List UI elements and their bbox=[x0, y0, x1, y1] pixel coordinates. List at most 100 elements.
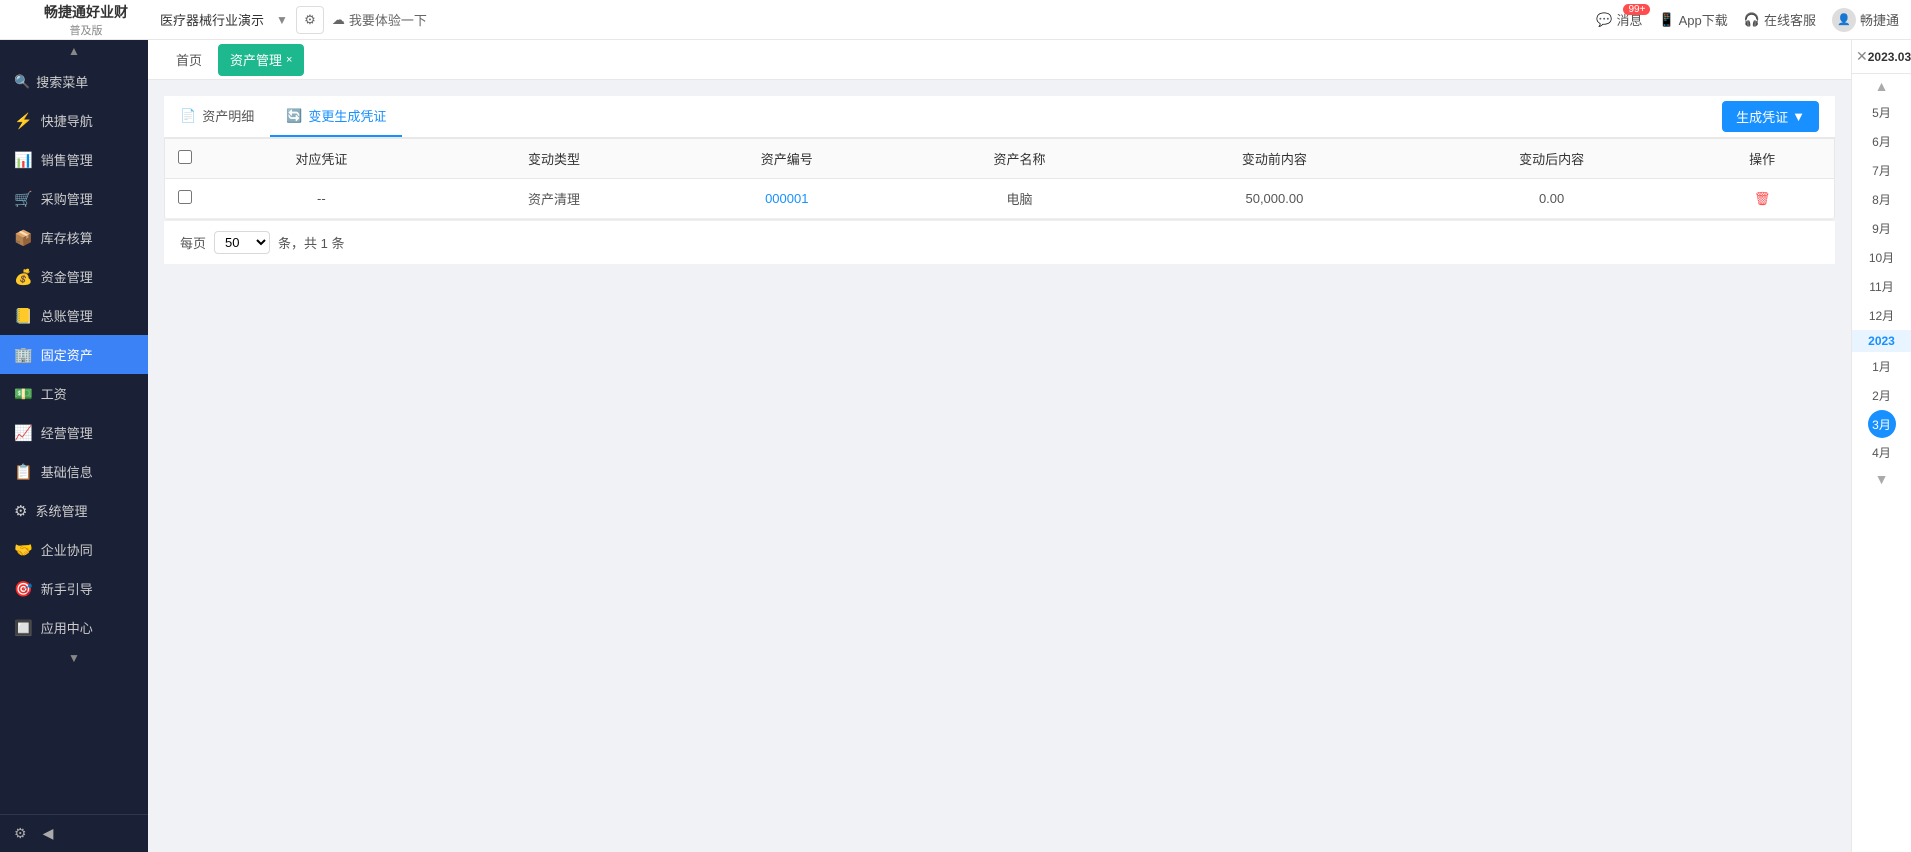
search-icon: 🔍 bbox=[14, 74, 30, 90]
generate-btn-label: 生成凭证 bbox=[1736, 107, 1788, 126]
row-action-cell: 🗑 bbox=[1690, 179, 1834, 219]
sidebar-bottom: ⚙ ◀ bbox=[0, 814, 148, 852]
sidebar-item-app-center[interactable]: 🔲 应用中心 bbox=[0, 608, 148, 647]
date-month-2023-3[interactable]: 3月 bbox=[1868, 410, 1896, 438]
date-month-2023-4[interactable]: 4月 bbox=[1852, 438, 1911, 467]
tab-close-icon[interactable]: × bbox=[286, 54, 292, 66]
date-month-12[interactable]: 12月 bbox=[1852, 301, 1911, 330]
cooperation-icon: 🤝 bbox=[14, 541, 33, 559]
date-month-6[interactable]: 6月 bbox=[1852, 127, 1911, 156]
date-scroll-up[interactable]: ▲ bbox=[1871, 74, 1893, 98]
sidebar-collapse-icon[interactable]: ◀ bbox=[43, 825, 54, 842]
tab-bar: 首页 资产管理 × bbox=[148, 40, 1851, 80]
date-month-11[interactable]: 11月 bbox=[1852, 272, 1911, 301]
page-content: 📄 资产明细 🔄 变更生成凭证 生成凭证 ▼ bbox=[148, 80, 1851, 852]
logo-sub: 普及版 bbox=[70, 22, 103, 38]
app-download-action[interactable]: 📱 App下载 bbox=[1658, 10, 1727, 29]
experience-button[interactable]: ☁ 我要体验一下 bbox=[332, 10, 427, 29]
sidebar-item-label: 企业协同 bbox=[41, 540, 93, 559]
sidebar-item-label: 工资 bbox=[41, 384, 67, 403]
search-label: 搜索菜单 bbox=[36, 72, 88, 91]
col-action: 操作 bbox=[1690, 139, 1834, 179]
message-action[interactable]: 💬 消息 99+ bbox=[1596, 10, 1642, 29]
date-month-10[interactable]: 10月 bbox=[1852, 243, 1911, 272]
user-action[interactable]: 👤 畅捷通 bbox=[1832, 8, 1899, 32]
date-month-7[interactable]: 7月 bbox=[1852, 156, 1911, 185]
sidebar-item-fixed-assets[interactable]: 🏢 固定资产 bbox=[0, 335, 148, 374]
sidebar-scroll-down[interactable]: ▼ bbox=[0, 647, 148, 669]
panel-close-button[interactable]: ✕ bbox=[1856, 48, 1868, 65]
date-year-label: 2023.03 bbox=[1868, 50, 1911, 64]
inventory-icon: 📦 bbox=[14, 229, 33, 247]
sidebar-item-system[interactable]: ⚙ 系统管理 bbox=[0, 491, 148, 530]
customer-service-action[interactable]: 🎧 在线客服 bbox=[1744, 10, 1816, 29]
generate-voucher-button[interactable]: 生成凭证 ▼ bbox=[1722, 101, 1819, 132]
sidebar-item-payroll[interactable]: 💵 工资 bbox=[0, 374, 148, 413]
date-scroll-down[interactable]: ▼ bbox=[1871, 467, 1893, 491]
select-all-checkbox[interactable] bbox=[178, 150, 192, 164]
table-row: -- 资产清理 000001 电脑 50,000.00 0.00 🗑 bbox=[165, 179, 1834, 219]
sidebar-settings-icon[interactable]: ⚙ bbox=[14, 825, 27, 842]
right-panel-header: ✕ 2023.03 ⤢ bbox=[1852, 40, 1911, 74]
pagination-bar: 每页 10 20 50 100 条，共 1 条 bbox=[164, 220, 1835, 264]
date-month-2023-1[interactable]: 1月 bbox=[1852, 352, 1911, 381]
finance-icon: 💰 bbox=[14, 268, 33, 286]
table-container: 对应凭证 变动类型 资产编号 资产名称 bbox=[164, 138, 1835, 220]
service-label: 在线客服 bbox=[1764, 10, 1816, 29]
sidebar-item-purchase[interactable]: 🛒 采购管理 bbox=[0, 179, 148, 218]
sidebar-item-basic-info[interactable]: 📋 基础信息 bbox=[0, 452, 148, 491]
sidebar-item-inventory[interactable]: 📦 库存核算 bbox=[0, 218, 148, 257]
header-settings-icon[interactable]: ⚙ bbox=[296, 6, 324, 34]
date-month-8[interactable]: 8月 bbox=[1852, 185, 1911, 214]
sidebar-item-finance[interactable]: 💰 资金管理 bbox=[0, 257, 148, 296]
col-checkbox bbox=[165, 139, 205, 179]
app-center-icon: 🔲 bbox=[14, 619, 33, 637]
inner-tab-asset-detail[interactable]: 📄 资产明细 bbox=[164, 96, 270, 137]
sidebar-scroll-up[interactable]: ▲ bbox=[0, 40, 148, 62]
col-asset-code: 资产编号 bbox=[670, 139, 903, 179]
sidebar-search[interactable]: 🔍 搜索菜单 bbox=[0, 62, 148, 101]
tab-home[interactable]: 首页 bbox=[164, 44, 214, 76]
row-checkbox[interactable] bbox=[178, 190, 192, 204]
sidebar-item-label: 固定资产 bbox=[41, 345, 93, 364]
sidebar-item-label: 应用中心 bbox=[41, 618, 93, 637]
company-dropdown-icon[interactable]: ▼ bbox=[276, 13, 288, 27]
system-icon: ⚙ bbox=[14, 502, 27, 520]
main-layout: ▲ 🔍 搜索菜单 ⚡ 快捷导航 📊 销售管理 🛒 采购管理 📦 库存核算 💰 资… bbox=[0, 40, 1911, 852]
company-name[interactable]: 医疗器械行业演示 bbox=[160, 10, 264, 29]
change-voucher-icon: 🔄 bbox=[286, 108, 302, 124]
download-icon: 📱 bbox=[1658, 12, 1674, 28]
sales-icon: 📊 bbox=[14, 151, 33, 169]
basic-info-icon: 📋 bbox=[14, 463, 33, 481]
date-month-9[interactable]: 9月 bbox=[1852, 214, 1911, 243]
tab-asset-label: 资产管理 bbox=[230, 50, 282, 69]
col-asset-name: 资产名称 bbox=[903, 139, 1136, 179]
row-checkbox-cell bbox=[165, 179, 205, 219]
download-label: App下载 bbox=[1679, 10, 1728, 29]
date-month-2023-2[interactable]: 2月 bbox=[1852, 381, 1911, 410]
date-year-2023: 2023 bbox=[1852, 330, 1911, 352]
col-after-change: 变动后内容 bbox=[1413, 139, 1690, 179]
sidebar-item-cooperation[interactable]: 🤝 企业协同 bbox=[0, 530, 148, 569]
logo-area: 畅捷通好业财 普及版 bbox=[12, 2, 160, 38]
avatar: 👤 bbox=[1832, 8, 1856, 32]
top-header: 畅捷通好业财 普及版 医疗器械行业演示 ▼ ⚙ ☁ 我要体验一下 💬 消息 99… bbox=[0, 0, 1911, 40]
delete-row-icon[interactable]: 🗑 bbox=[1754, 191, 1771, 206]
sidebar-item-sales[interactable]: 📊 销售管理 bbox=[0, 140, 148, 179]
inner-tab-change-voucher[interactable]: 🔄 变更生成凭证 bbox=[270, 96, 402, 137]
asset-detail-icon: 📄 bbox=[180, 108, 196, 124]
tab-asset-management[interactable]: 资产管理 × bbox=[218, 44, 304, 76]
row-asset-name: 电脑 bbox=[903, 179, 1136, 219]
sidebar-item-management[interactable]: 📈 经营管理 bbox=[0, 413, 148, 452]
sidebar-item-quick-nav[interactable]: ⚡ 快捷导航 bbox=[0, 101, 148, 140]
sidebar-item-label: 基础信息 bbox=[41, 462, 93, 481]
sidebar-item-guide[interactable]: 🎯 新手引导 bbox=[0, 569, 148, 608]
sidebar-item-label: 总账管理 bbox=[41, 306, 93, 325]
service-icon: 🎧 bbox=[1744, 12, 1760, 28]
date-month-5[interactable]: 5月 bbox=[1852, 98, 1911, 127]
header-right: 💬 消息 99+ 📱 App下载 🎧 在线客服 👤 畅捷通 bbox=[1596, 8, 1899, 32]
purchase-icon: 🛒 bbox=[14, 190, 33, 208]
total-text: 条，共 1 条 bbox=[278, 233, 344, 252]
sidebar-item-ledger[interactable]: 📒 总账管理 bbox=[0, 296, 148, 335]
per-page-select[interactable]: 10 20 50 100 bbox=[214, 231, 270, 254]
